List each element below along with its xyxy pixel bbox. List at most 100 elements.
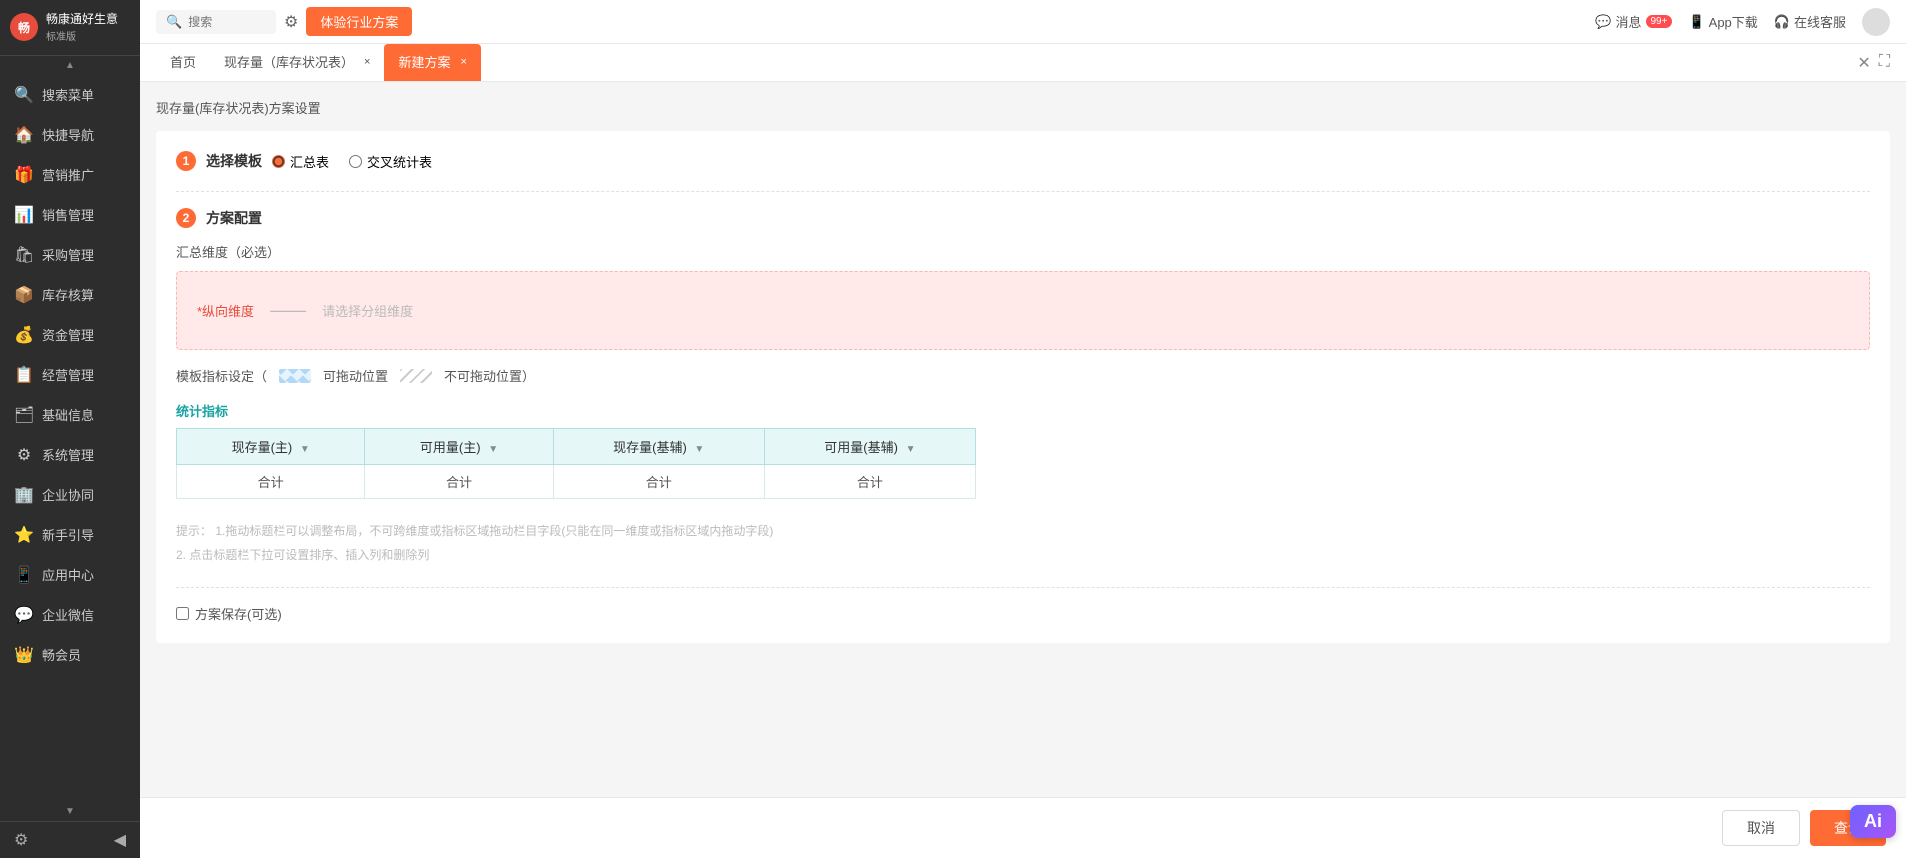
sidebar-item-base-info[interactable]: 🗂 基础信息 (0, 395, 140, 435)
tab-inventory-status[interactable]: 现存量（库存状况表） × (210, 44, 384, 81)
radio-summary-label: 汇总表 (290, 152, 329, 171)
sidebar-item-label: 企业微信 (42, 605, 94, 624)
cancel-button[interactable]: 取消 (1722, 810, 1800, 846)
sidebar-item-system[interactable]: ⚙ 系统管理 (0, 435, 140, 475)
sidebar-item-marketing[interactable]: 🎁 营销推广 (0, 155, 140, 195)
tab-expand-icon[interactable]: ⛶ (1879, 53, 1890, 73)
topbar-settings-icon[interactable]: ⚙ (284, 12, 298, 32)
cell-0-1: 合计 (365, 465, 553, 499)
tab-home[interactable]: 首页 (156, 44, 210, 81)
newbie-icon: ⭐ (14, 525, 34, 545)
radio-summary-input[interactable] (272, 155, 285, 168)
sidebar-item-search-menu[interactable]: 🔍 搜索菜单 (0, 75, 140, 115)
tab-new-plan[interactable]: 新建方案 × (384, 44, 480, 81)
radio-crosstab-label: 交叉统计表 (367, 152, 432, 171)
col-header-3[interactable]: 可用量(基辅) ▼ (764, 429, 975, 465)
divider-2 (176, 587, 1870, 588)
tab-close-all-icon[interactable]: ✕ (1857, 53, 1870, 73)
system-icon: ⚙ (14, 445, 34, 465)
dim-arrow: —— (270, 300, 306, 321)
operations-icon: 📋 (14, 365, 34, 385)
template-indicator-label: 模板指标设定（ (176, 366, 267, 385)
col-chevron-1[interactable]: ▼ (488, 444, 498, 455)
radio-crosstab[interactable]: 交叉统计表 (349, 152, 432, 171)
fixed-indicator (400, 369, 432, 383)
sidebar-item-label: 搜索菜单 (42, 85, 94, 104)
search-input[interactable] (188, 15, 268, 29)
sidebar-item-sales[interactable]: 📊 销售管理 (0, 195, 140, 235)
col-label-1: 可用量(主) (420, 440, 481, 455)
step2-badge: 2 (176, 208, 196, 228)
sidebar-item-label: 资金管理 (42, 325, 94, 344)
sidebar-collapse-icon[interactable]: ◀ (114, 830, 126, 850)
sidebar-item-purchase[interactable]: 🛍 采购管理 (0, 235, 140, 275)
app-download-icon: 📱 (1688, 14, 1704, 30)
sidebar-item-wechat[interactable]: 💬 企业微信 (0, 595, 140, 635)
sidebar-item-app-center[interactable]: 📱 应用中心 (0, 555, 140, 595)
sidebar-settings-icon[interactable]: ⚙ (14, 830, 28, 850)
radio-crosstab-input[interactable] (349, 155, 362, 168)
sidebar-item-finance[interactable]: 💰 资金管理 (0, 315, 140, 355)
cell-0-2: 合计 (553, 465, 764, 499)
marketing-icon: 🎁 (14, 165, 34, 185)
sidebar-nav: 🔍 搜索菜单 🏠 快捷导航 🎁 营销推广 📊 销售管理 🛍 采购管理 📦 库存核… (0, 75, 140, 802)
col-chevron-0[interactable]: ▼ (300, 444, 310, 455)
sidebar-item-label: 畅会员 (42, 645, 81, 664)
enterprise-icon: 🏢 (14, 485, 34, 505)
sidebar-item-label: 销售管理 (42, 205, 94, 224)
sidebar-scroll-up[interactable]: ▲ (0, 56, 140, 75)
sidebar-item-label: 快捷导航 (42, 125, 94, 144)
sidebar-item-newbie[interactable]: ⭐ 新手引导 (0, 515, 140, 555)
sidebar-item-inventory[interactable]: 📦 库存核算 (0, 275, 140, 315)
sidebar-bottom: ⚙ ◀ (0, 821, 140, 858)
stats-label: 统计指标 (176, 401, 1870, 420)
col-chevron-2[interactable]: ▼ (694, 444, 704, 455)
user-avatar[interactable] (1862, 8, 1890, 36)
new-plan-tab-close-icon[interactable]: × (460, 56, 466, 68)
save-checkbox[interactable] (176, 607, 189, 620)
step2-section: 2 方案配置 汇总维度（必选） *纵向维度 —— 请选择分组维度 模板指标设定（… (176, 208, 1870, 567)
sidebar-scroll-down[interactable]: ▼ (0, 802, 140, 821)
app-download-label: App下载 (1709, 12, 1758, 31)
base-info-icon: 🗂 (14, 405, 34, 425)
app-download-button[interactable]: 📱 App下载 (1688, 12, 1757, 31)
sidebar-item-quick-nav[interactable]: 🏠 快捷导航 (0, 115, 140, 155)
radio-summary[interactable]: 汇总表 (272, 152, 329, 171)
indicator-fixed-label: 不可拖动位置） (444, 366, 535, 385)
hints-section: 提示： 1.拖动标题栏可以调整布局，不可跨维度或指标区域拖动栏目字段(只能在同一… (176, 519, 1870, 567)
col-chevron-3[interactable]: ▼ (906, 444, 916, 455)
col-header-0[interactable]: 现存量(主) ▼ (177, 429, 365, 465)
sidebar-item-operations[interactable]: 📋 经营管理 (0, 355, 140, 395)
dim-required-label: *纵向维度 (197, 301, 254, 320)
sidebar-item-member[interactable]: 👑 畅会员 (0, 635, 140, 675)
sidebar-item-label: 营销推广 (42, 165, 94, 184)
col-header-2[interactable]: 现存量(基辅) ▼ (553, 429, 764, 465)
online-service-button[interactable]: 🎧 在线客服 (1774, 12, 1846, 31)
sidebar-item-label: 应用中心 (42, 565, 94, 584)
app-center-icon: 📱 (14, 565, 34, 585)
message-button[interactable]: 💬 消息 99+ (1595, 12, 1672, 31)
ai-badge[interactable]: Ai (1850, 805, 1896, 838)
sidebar-item-enterprise[interactable]: 🏢 企业协同 (0, 475, 140, 515)
dimension-dropzone[interactable]: *纵向维度 —— 请选择分组维度 (176, 271, 1870, 350)
indicator-movable-label: 可拖动位置 (323, 366, 388, 385)
inventory-tab-close-icon[interactable]: × (364, 56, 370, 68)
tab-bar: 首页 现存量（库存状况表） × 新建方案 × ✕ ⛶ (140, 44, 1906, 82)
col-label-3: 可用量(基辅) (824, 440, 898, 455)
trial-industry-button[interactable]: 体验行业方案 (306, 7, 412, 36)
col-label-0: 现存量(主) (232, 440, 293, 455)
inventory-tab-label: 现存量（库存状况表） (224, 52, 354, 71)
footer: 取消 查询 (140, 797, 1906, 858)
new-plan-tab-label: 新建方案 (398, 52, 450, 71)
inventory-icon: 📦 (14, 285, 34, 305)
page-title: 现存量(库存状况表)方案设置 (156, 98, 1890, 117)
topbar-search-box[interactable]: 🔍 (156, 10, 276, 34)
cell-0-0: 合计 (177, 465, 365, 499)
app-logo-icon: 畅 (10, 13, 38, 41)
step2-header: 2 方案配置 (176, 208, 1870, 228)
sidebar: 畅 畅康通好生意 标准版 ▲ 🔍 搜索菜单 🏠 快捷导航 🎁 营销推广 📊 销售… (0, 0, 140, 858)
online-service-label: 在线客服 (1794, 12, 1846, 31)
col-header-1[interactable]: 可用量(主) ▼ (365, 429, 553, 465)
sales-icon: 📊 (14, 205, 34, 225)
tabs-right-controls: ✕ ⛶ (1857, 53, 1890, 73)
